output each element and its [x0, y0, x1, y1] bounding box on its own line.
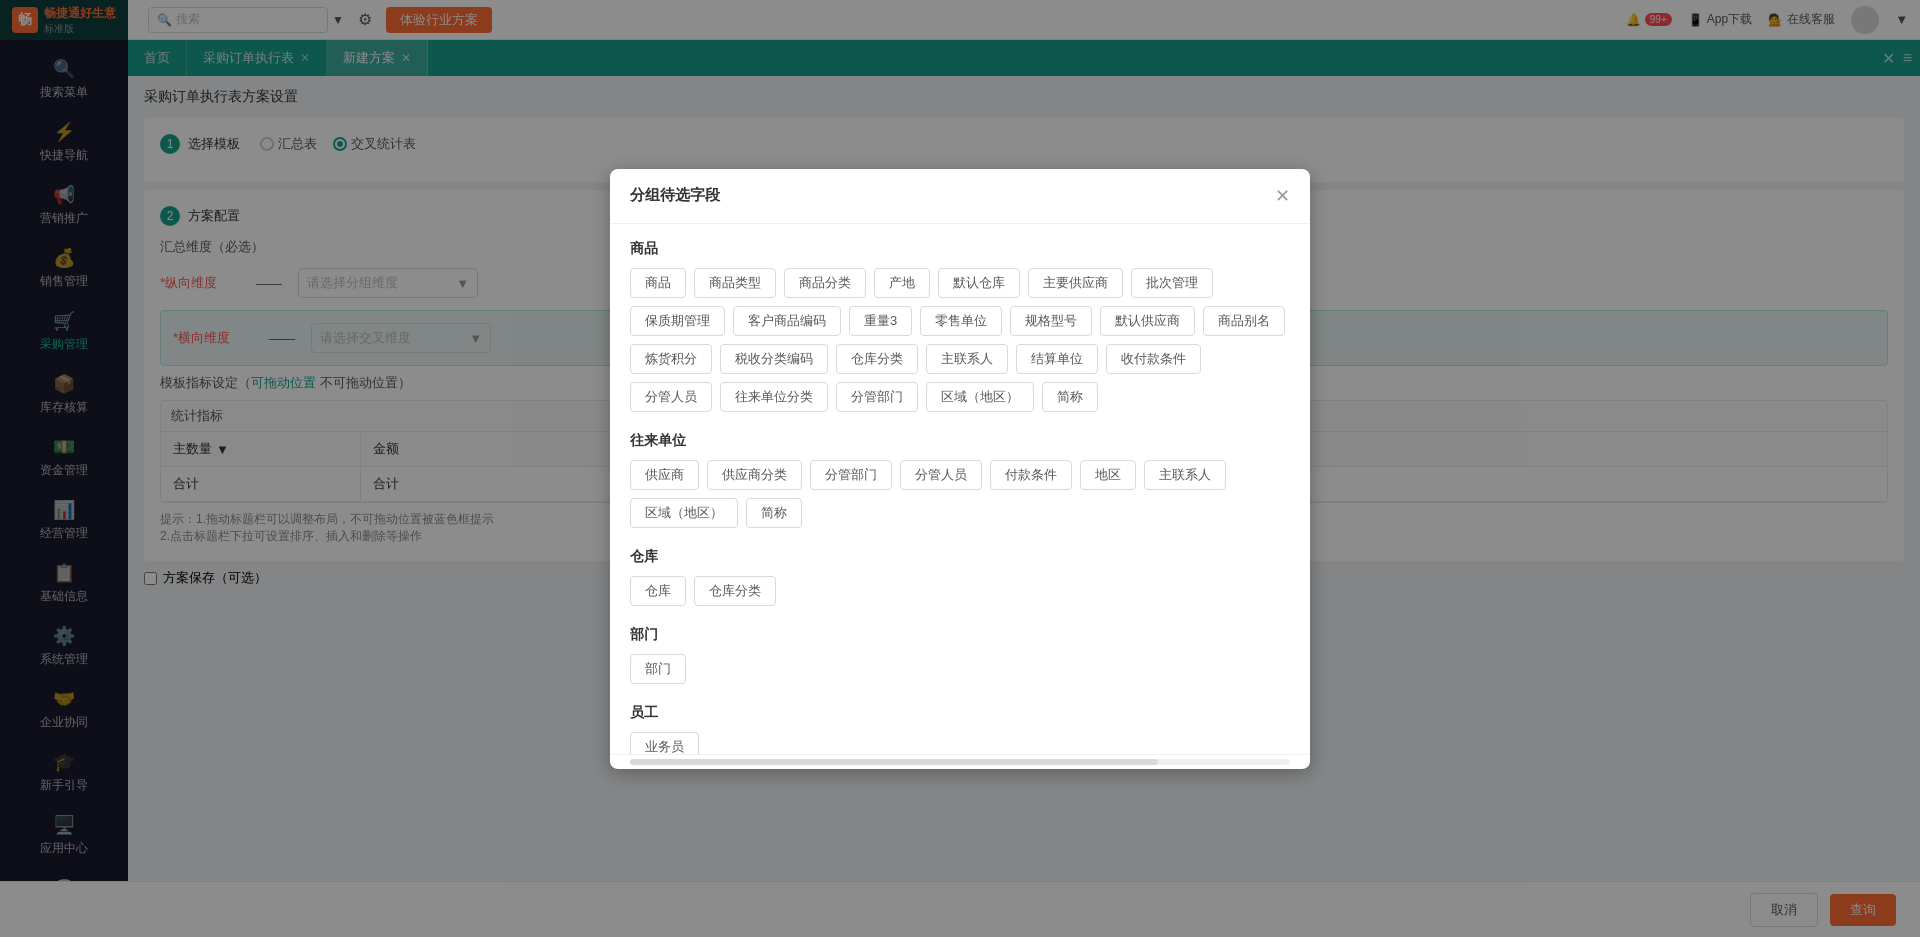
field-chip[interactable]: 分管人员	[900, 460, 982, 490]
field-chip[interactable]: 仓库分类	[694, 576, 776, 606]
modal-dialog: 分组待选字段 ✕ 商品 商品 商品类型 商品分类 产地 默认仓库 主要供应商 批…	[610, 169, 1310, 769]
field-grid-employee: 业务员	[630, 732, 1290, 754]
field-grid-partner: 供应商 供应商分类 分管部门 分管人员 付款条件 地区 主联系人 区域（地区） …	[630, 460, 1290, 528]
modal-scrollbar-area	[610, 754, 1310, 769]
field-chip[interactable]: 规格型号	[1010, 306, 1092, 336]
field-chip[interactable]: 批次管理	[1131, 268, 1213, 298]
field-chip[interactable]: 地区	[1080, 460, 1136, 490]
field-chip[interactable]: 默认供应商	[1100, 306, 1195, 336]
modal-header: 分组待选字段 ✕	[610, 169, 1310, 224]
field-chip[interactable]: 重量3	[849, 306, 912, 336]
field-grid-product: 商品 商品类型 商品分类 产地 默认仓库 主要供应商 批次管理 保质期管理 客户…	[630, 268, 1290, 412]
modal-body: 商品 商品 商品类型 商品分类 产地 默认仓库 主要供应商 批次管理 保质期管理…	[610, 224, 1310, 754]
field-grid-warehouse: 仓库 仓库分类	[630, 576, 1290, 606]
field-section-product: 商品 商品 商品类型 商品分类 产地 默认仓库 主要供应商 批次管理 保质期管理…	[630, 240, 1290, 412]
field-chip[interactable]: 商品别名	[1203, 306, 1285, 336]
field-section-warehouse: 仓库 仓库 仓库分类	[630, 548, 1290, 606]
field-chip[interactable]: 供应商分类	[707, 460, 802, 490]
modal-overlay: 分组待选字段 ✕ 商品 商品 商品类型 商品分类 产地 默认仓库 主要供应商 批…	[0, 0, 1920, 937]
field-chip[interactable]: 炼货积分	[630, 344, 712, 374]
field-chip[interactable]: 分管部门	[810, 460, 892, 490]
field-chip[interactable]: 付款条件	[990, 460, 1072, 490]
field-chip[interactable]: 部门	[630, 654, 686, 684]
field-chip[interactable]: 往来单位分类	[720, 382, 828, 412]
field-section-dept: 部门 部门	[630, 626, 1290, 684]
modal-close-icon[interactable]: ✕	[1275, 185, 1290, 207]
section-title-warehouse: 仓库	[630, 548, 1290, 566]
field-chip[interactable]: 简称	[746, 498, 802, 528]
field-chip[interactable]: 分管人员	[630, 382, 712, 412]
field-chip[interactable]: 收付款条件	[1106, 344, 1201, 374]
section-title-partner: 往来单位	[630, 432, 1290, 450]
section-title-dept: 部门	[630, 626, 1290, 644]
field-chip[interactable]: 仓库	[630, 576, 686, 606]
field-chip[interactable]: 商品	[630, 268, 686, 298]
section-title-employee: 员工	[630, 704, 1290, 722]
field-chip[interactable]: 业务员	[630, 732, 699, 754]
field-chip[interactable]: 零售单位	[920, 306, 1002, 336]
field-chip[interactable]: 供应商	[630, 460, 699, 490]
field-chip[interactable]: 主要供应商	[1028, 268, 1123, 298]
field-chip[interactable]: 分管部门	[836, 382, 918, 412]
field-chip[interactable]: 商品分类	[784, 268, 866, 298]
field-section-employee: 员工 业务员	[630, 704, 1290, 754]
field-chip[interactable]: 主联系人	[1144, 460, 1226, 490]
field-chip[interactable]: 默认仓库	[938, 268, 1020, 298]
field-chip[interactable]: 商品类型	[694, 268, 776, 298]
horizontal-scrollbar-thumb	[630, 759, 1158, 765]
field-section-partner: 往来单位 供应商 供应商分类 分管部门 分管人员 付款条件 地区 主联系人 区域…	[630, 432, 1290, 528]
field-chip[interactable]: 结算单位	[1016, 344, 1098, 374]
section-title-product: 商品	[630, 240, 1290, 258]
field-chip[interactable]: 区域（地区）	[926, 382, 1034, 412]
field-chip[interactable]: 保质期管理	[630, 306, 725, 336]
horizontal-scrollbar-track[interactable]	[630, 759, 1290, 765]
field-chip[interactable]: 仓库分类	[836, 344, 918, 374]
field-chip[interactable]: 简称	[1042, 382, 1098, 412]
field-chip[interactable]: 税收分类编码	[720, 344, 828, 374]
field-chip[interactable]: 客户商品编码	[733, 306, 841, 336]
field-chip[interactable]: 主联系人	[926, 344, 1008, 374]
field-grid-dept: 部门	[630, 654, 1290, 684]
modal-title: 分组待选字段	[630, 186, 720, 205]
field-chip[interactable]: 区域（地区）	[630, 498, 738, 528]
field-chip[interactable]: 产地	[874, 268, 930, 298]
